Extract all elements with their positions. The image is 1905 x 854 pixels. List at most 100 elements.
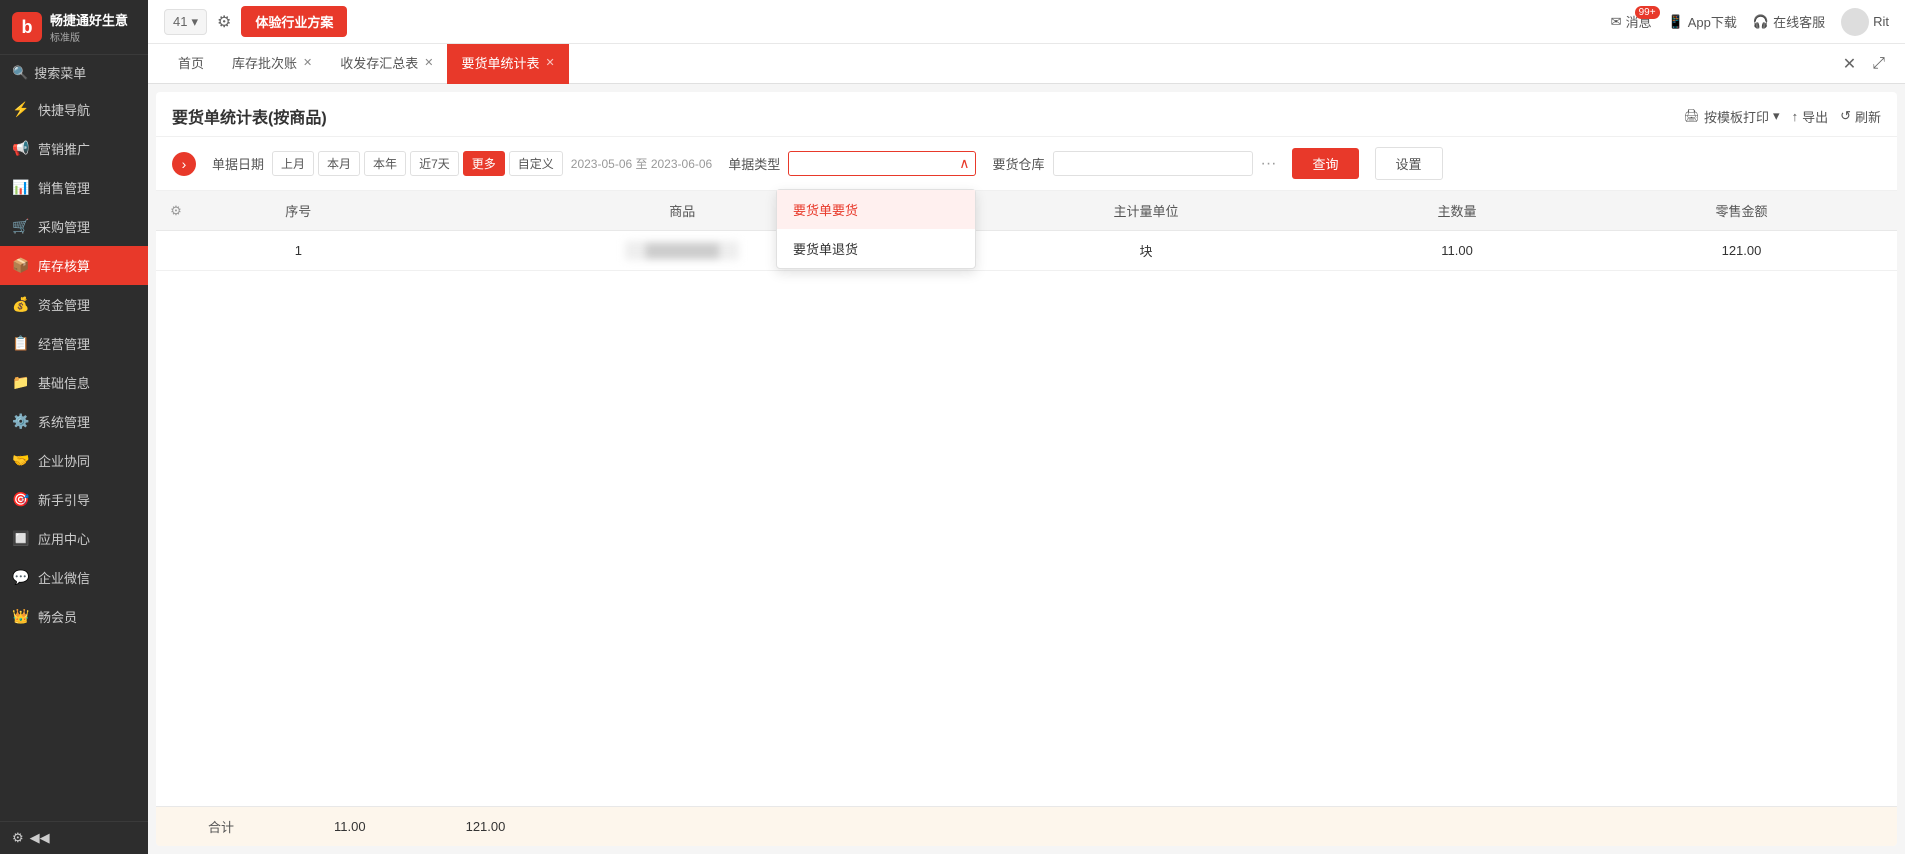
messages-btn[interactable]: ✉ 消息 99+	[1611, 12, 1652, 31]
dropdown-item-return[interactable]: 要货单退货	[777, 229, 975, 268]
tab-collect[interactable]: 收发存汇总表 ✕	[326, 44, 447, 84]
member-icon: 👑	[12, 608, 30, 626]
tab-home-label: 首页	[178, 53, 204, 72]
sidebar-item-label: 资金管理	[38, 295, 90, 314]
tab-order-stat-close[interactable]: ✕	[546, 56, 555, 69]
store-selector[interactable]: 41 ▾	[164, 9, 207, 35]
refresh-label: 刷新	[1855, 107, 1881, 126]
tab-order-stat[interactable]: 要货单统计表 ✕	[447, 44, 568, 84]
last-month-btn[interactable]: 上月	[272, 151, 314, 176]
tab-home[interactable]: 首页	[164, 44, 218, 84]
main-area: 41 ▾ ⚙ 体验行业方案 ✉ 消息 99+ 📱 App下载 🎧 在线客服 R	[148, 0, 1905, 854]
user-avatar-btn[interactable]: Rit	[1841, 8, 1889, 36]
sidebar-item-basic[interactable]: 📁 基础信息	[0, 363, 148, 402]
user-name: Rit	[1873, 14, 1889, 29]
sidebar-item-marketing[interactable]: 📢 营销推广	[0, 129, 148, 168]
settings-bottom-icon: ⚙	[12, 830, 24, 846]
tab-close-all-btn[interactable]: ✕	[1839, 52, 1860, 76]
sidebar-item-member[interactable]: 👑 畅会员	[0, 597, 148, 636]
page-content: 要货单统计表(按商品) 🖨 按模板打印 ▾ ↑ 导出 ↺ 刷新 ›	[156, 92, 1897, 846]
online-service-btn[interactable]: 🎧 在线客服	[1753, 12, 1825, 31]
page-header: 要货单统计表(按商品) 🖨 按模板打印 ▾ ↑ 导出 ↺ 刷新	[156, 92, 1897, 137]
sidebar-item-enterprise[interactable]: 🤝 企业协同	[0, 441, 148, 480]
sidebar-item-guide[interactable]: 🎯 新手引导	[0, 480, 148, 519]
sidebar-collapse-area: ⚙ ◀◀	[0, 821, 148, 854]
app-download-btn[interactable]: 📱 App下载	[1668, 12, 1737, 31]
footer-amount: 121.00	[466, 819, 506, 834]
purchase-icon: 🛒	[12, 218, 30, 236]
col-unit: 主计量单位	[964, 191, 1328, 231]
type-dropdown-menu: 要货单要货 要货单退货	[776, 189, 976, 269]
type-filter-input[interactable]	[795, 152, 955, 175]
row-settings	[156, 231, 196, 271]
store-name: 41	[173, 14, 187, 29]
this-month-btn[interactable]: 本月	[318, 151, 360, 176]
print-icon: 🖨	[1684, 108, 1701, 124]
app-download-label: App下载	[1688, 12, 1737, 31]
service-icon: 🎧	[1753, 14, 1769, 30]
last-7-days-btn[interactable]: 近7天	[410, 151, 459, 176]
dropdown-item-order-label: 要货单要货	[793, 203, 858, 218]
date-filter-label: 单据日期	[212, 154, 264, 173]
sidebar-item-label: 采购管理	[38, 217, 90, 236]
more-filters-btn[interactable]: ···	[1261, 155, 1277, 173]
print-label: 按模板打印	[1704, 107, 1769, 126]
tab-batch[interactable]: 库存批次账 ✕	[218, 44, 326, 84]
sidebar-collapse-btn[interactable]: ⚙ ◀◀	[12, 830, 50, 846]
sidebar-item-finance[interactable]: 💰 资金管理	[0, 285, 148, 324]
sidebar-item-appstore[interactable]: 🔲 应用中心	[0, 519, 148, 558]
settings-gear-btn[interactable]: ⚙	[217, 12, 231, 32]
sidebar-item-operations[interactable]: 📋 经营管理	[0, 324, 148, 363]
logo-sub: 标准版	[50, 29, 128, 44]
custom-date-btn[interactable]: 自定义	[509, 151, 563, 176]
quick-nav-icon: ⚡	[12, 101, 30, 119]
dropdown-item-order[interactable]: 要货单要货	[777, 190, 975, 229]
print-btn[interactable]: 🖨 按模板打印 ▾	[1684, 107, 1780, 126]
promo-btn[interactable]: 体验行业方案	[241, 6, 347, 37]
sidebar-item-purchase[interactable]: 🛒 采购管理	[0, 207, 148, 246]
logo-title: 畅捷通好生意	[50, 10, 128, 29]
sidebar-item-quick-nav[interactable]: ⚡ 快捷导航	[0, 90, 148, 129]
export-btn[interactable]: ↑ 导出	[1792, 107, 1829, 126]
filter-settings-btn[interactable]: 设置	[1375, 147, 1443, 180]
tab-collect-close[interactable]: ✕	[424, 56, 433, 69]
type-dropdown-arrow[interactable]: ∧	[959, 155, 969, 172]
filter-toggle-btn[interactable]: ›	[172, 152, 196, 176]
this-year-btn[interactable]: 本年	[364, 151, 406, 176]
warehouse-filter-input[interactable]	[1053, 151, 1253, 176]
sidebar-item-label: 快捷导航	[38, 100, 90, 119]
marketing-icon: 📢	[12, 140, 30, 158]
warehouse-filter-group: 要货仓库 ···	[992, 151, 1276, 176]
tab-expand-btn[interactable]: ⤢	[1868, 53, 1889, 75]
row-qty: 11.00	[1328, 231, 1586, 271]
basic-icon: 📁	[12, 374, 30, 392]
tab-order-stat-label: 要货单统计表	[461, 53, 539, 72]
user-avatar	[1841, 8, 1869, 36]
sidebar-item-inventory[interactable]: 📦 库存核算	[0, 246, 148, 285]
finance-icon: 💰	[12, 296, 30, 314]
sidebar-item-label: 营销推广	[38, 139, 90, 158]
col-amount: 零售金额	[1586, 191, 1897, 231]
data-table: ⚙ 序号 商品 主计量单位 主数量 零售金额 1 ████████	[156, 191, 1897, 271]
sales-icon: 📊	[12, 179, 30, 197]
table-row: 1 ████████ 块 11.00 121.00	[156, 231, 1897, 271]
sidebar-item-wechat[interactable]: 💬 企业微信	[0, 558, 148, 597]
date-filter-group: 单据日期 上月 本月 本年 近7天 更多 自定义 2023-05-06 至 20…	[212, 151, 712, 176]
search-menu-btn[interactable]: 🔍 搜索菜单	[0, 55, 148, 90]
tab-batch-close[interactable]: ✕	[303, 56, 312, 69]
sidebar-item-system[interactable]: ⚙️ 系统管理	[0, 402, 148, 441]
sidebar-item-label: 新手引导	[38, 490, 90, 509]
sidebar: b 畅捷通好生意 标准版 🔍 搜索菜单 ⚡ 快捷导航 📢 营销推广 📊 销售管理…	[0, 0, 148, 854]
refresh-btn[interactable]: ↺ 刷新	[1840, 107, 1881, 126]
col-num: 序号	[196, 191, 401, 231]
operations-icon: 📋	[12, 335, 30, 353]
sidebar-item-sales[interactable]: 📊 销售管理	[0, 168, 148, 207]
column-settings-icon[interactable]: ⚙	[170, 203, 182, 218]
store-dropdown-icon: ▾	[191, 14, 198, 30]
guide-icon: 🎯	[12, 491, 30, 509]
logo-icon: b	[12, 12, 42, 42]
logo-text: 畅捷通好生意 标准版	[50, 10, 128, 44]
more-dates-btn[interactable]: 更多	[463, 151, 505, 176]
query-btn[interactable]: 查询	[1292, 148, 1358, 179]
date-quick-btns: 上月 本月 本年 近7天 更多 自定义	[272, 151, 563, 176]
